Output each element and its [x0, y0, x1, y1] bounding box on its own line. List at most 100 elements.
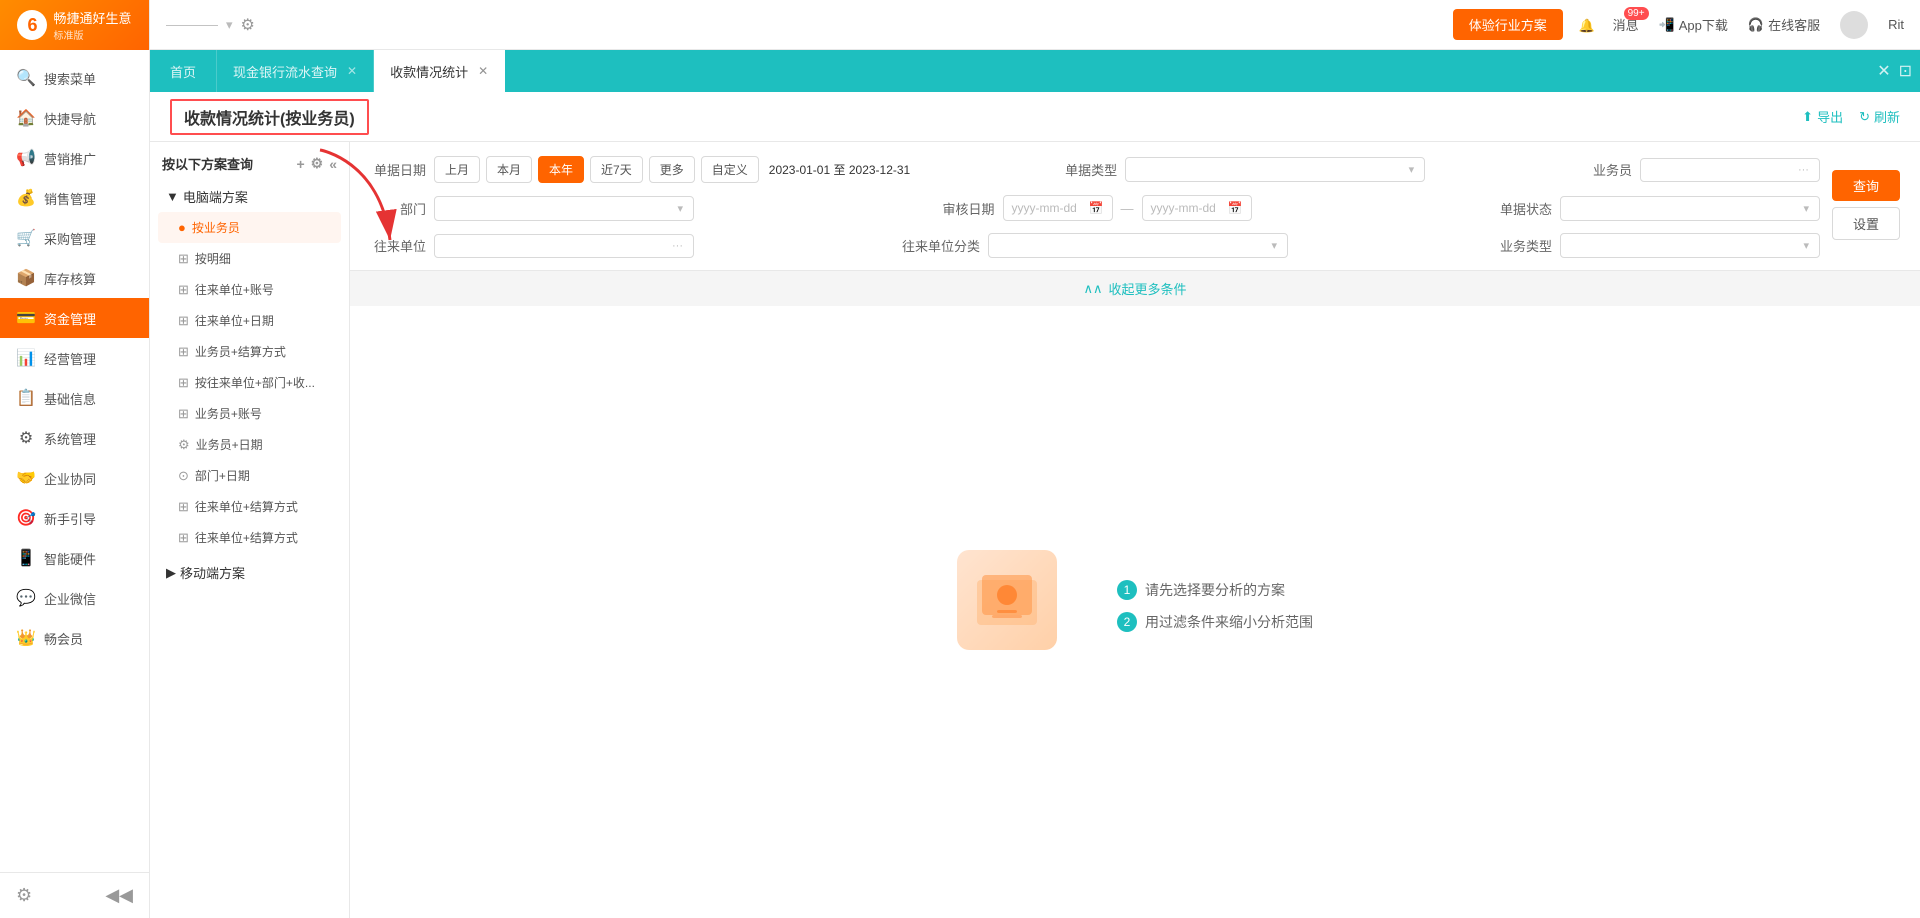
scheme-item-label: 往来单位+账号 — [195, 281, 274, 298]
voucher-status-label: 单据状态 — [1496, 199, 1552, 218]
partner-dots[interactable]: ··· — [672, 240, 683, 252]
scheme-item-label: 业务员+结算方式 — [195, 343, 286, 360]
tab-bar-actions: ✕ ⊡ — [1877, 61, 1920, 81]
page-title-box: 收款情况统计(按业务员) — [170, 99, 369, 135]
scheme-item-salesman-payment[interactable]: ⊞ 业务员+结算方式 — [158, 336, 341, 367]
sidebar-item-guide[interactable]: 🎯 新手引导 — [0, 498, 149, 538]
cal-from-icon[interactable]: 📅 — [1089, 201, 1104, 215]
sidebar-item-label: 营销推广 — [44, 149, 96, 168]
export-button[interactable]: ⬆ 导出 — [1802, 107, 1843, 126]
sidebar-item-label: 采购管理 — [44, 229, 96, 248]
sidebar-item-inventory[interactable]: 📦 库存核算 — [0, 258, 149, 298]
tab-bank-flow[interactable]: 现金银行流水查询 ✕ — [217, 50, 374, 92]
collapse-sidebar-icon[interactable]: ◀◀ — [105, 885, 133, 906]
scheme-item-partner-dept[interactable]: ⊞ 按往来单位+部门+收... — [158, 367, 341, 398]
sidebar-item-hardware[interactable]: 📱 智能硬件 — [0, 538, 149, 578]
salesman-select[interactable]: ··· — [1640, 158, 1820, 182]
settings-icon[interactable]: ⚙ — [241, 15, 255, 35]
date-tab-this-month[interactable]: 本月 — [486, 156, 532, 183]
sidebar-item-nav[interactable]: 🏠 快捷导航 — [0, 98, 149, 138]
tab-receipt-stats-close[interactable]: ✕ — [478, 64, 488, 78]
inventory-icon: 📦 — [16, 268, 36, 288]
query-button[interactable]: 查询 — [1832, 170, 1900, 201]
tab-bar: 首页 现金银行流水查询 ✕ 收款情况统计 ✕ ✕ ⊡ — [150, 50, 1920, 92]
message-button[interactable]: 🔔 99+ 消息 — [1579, 15, 1639, 34]
page-header-actions: ⬆ 导出 ↻ 刷新 — [1802, 107, 1900, 126]
dropdown-icon[interactable]: ▾ — [226, 17, 233, 33]
app-download-button[interactable]: 📲 App下载 — [1659, 15, 1728, 34]
partner-payment2-icon: ⊞ — [178, 530, 189, 546]
partner-category-select[interactable]: ▾ — [988, 233, 1288, 258]
empty-hint-1: 1 请先选择要分析的方案 — [1117, 580, 1313, 600]
scheme-item-detail[interactable]: ⊞ 按明细 — [158, 243, 341, 274]
top-bar-left: ———— ▾ ⚙ — [166, 15, 255, 35]
voucher-status-select[interactable]: ▾ — [1560, 196, 1820, 221]
sidebar-item-operations[interactable]: 📊 经营管理 — [0, 338, 149, 378]
date-tab-last-month[interactable]: 上月 — [434, 156, 480, 183]
biz-type-select[interactable]: ▾ — [1560, 233, 1820, 258]
partner-select[interactable]: ··· — [434, 234, 694, 258]
scheme-group-desktop-title[interactable]: ▼ 电脑端方案 — [158, 181, 341, 212]
review-date-to[interactable]: yyyy-mm-dd 📅 — [1142, 195, 1252, 221]
refresh-button[interactable]: ↻ 刷新 — [1859, 107, 1900, 126]
app-version: 标准版 — [53, 27, 131, 42]
empty-hint-2: 2 用过滤条件来缩小分析范围 — [1117, 612, 1313, 632]
sidebar-item-sales[interactable]: 💰 销售管理 — [0, 178, 149, 218]
scheme-item-partner-payment2[interactable]: ⊞ 往来单位+结算方式 — [158, 522, 341, 553]
voucher-type-arrow: ▾ — [1409, 163, 1415, 176]
sidebar-item-basic-info[interactable]: 📋 基础信息 — [0, 378, 149, 418]
avatar[interactable] — [1840, 11, 1868, 39]
scheme-item-by-salesman[interactable]: ● 按业务员 — [158, 212, 341, 243]
scheme-group-mobile-title[interactable]: ▶ 移动端方案 — [158, 557, 341, 588]
sidebar-item-marketing[interactable]: 📢 营销推广 — [0, 138, 149, 178]
tab-bank-flow-close[interactable]: ✕ — [347, 64, 357, 78]
settings-button[interactable]: 设置 — [1832, 207, 1900, 240]
collapse-bar[interactable]: ∧∧ 收起更多条件 — [350, 270, 1920, 306]
download-icon: 📲 — [1659, 17, 1675, 33]
close-window-icon[interactable]: ✕ — [1877, 61, 1890, 81]
sidebar-item-wechat[interactable]: 💬 企业微信 — [0, 578, 149, 618]
scheme-item-salesman-acct[interactable]: ⊞ 业务员+账号 — [158, 398, 341, 429]
hint-text-2: 用过滤条件来缩小分析范围 — [1145, 612, 1313, 632]
sidebar-item-purchase[interactable]: 🛒 采购管理 — [0, 218, 149, 258]
cal-to-icon[interactable]: 📅 — [1228, 201, 1243, 215]
scheme-item-partner-payment1[interactable]: ⊞ 往来单位+结算方式 — [158, 491, 341, 522]
tab-receipt-stats[interactable]: 收款情况统计 ✕ — [374, 50, 505, 92]
sidebar-item-search[interactable]: 🔍 搜索菜单 — [0, 58, 149, 98]
date-tab-custom[interactable]: 自定义 — [701, 156, 759, 183]
sidebar-item-label: 畅会员 — [44, 629, 83, 648]
download-label: App下载 — [1679, 15, 1728, 34]
scheme-item-dept-date[interactable]: ⊙ 部门+日期 — [158, 460, 341, 491]
sidebar-item-enterprise[interactable]: 🤝 企业协同 — [0, 458, 149, 498]
scheme-item-label: 按往来单位+部门+收... — [195, 374, 315, 391]
finance-icon: 💳 — [16, 308, 36, 328]
partner-dept-icon: ⊞ — [178, 375, 189, 391]
review-date-from[interactable]: yyyy-mm-dd 📅 — [1003, 195, 1113, 221]
scheme-settings-icon[interactable]: ⚙ — [311, 155, 324, 172]
date-tab-this-year[interactable]: 本年 — [538, 156, 584, 183]
sidebar-item-system[interactable]: ⚙ 系统管理 — [0, 418, 149, 458]
date-tab-more[interactable]: 更多 — [649, 156, 695, 183]
dept-select[interactable]: ▾ — [434, 196, 694, 221]
sidebar-item-finance[interactable]: 💳 资金管理 — [0, 298, 149, 338]
purchase-icon: 🛒 — [16, 228, 36, 248]
refresh-icon: ↻ — [1859, 109, 1870, 125]
export-label: 导出 — [1817, 107, 1843, 126]
date-tab-7days[interactable]: 近7天 — [590, 156, 643, 183]
add-scheme-icon[interactable]: + — [296, 156, 304, 172]
voucher-type-select[interactable]: ▾ — [1125, 157, 1425, 182]
maximize-icon[interactable]: ⊡ — [1899, 61, 1912, 81]
collapse-panel-icon[interactable]: « — [329, 156, 337, 172]
scheme-item-label: 业务员+账号 — [195, 405, 262, 422]
biz-type-arrow: ▾ — [1803, 239, 1809, 252]
trial-button[interactable]: 体验行业方案 — [1453, 9, 1563, 40]
sidebar-item-member[interactable]: 👑 畅会员 — [0, 618, 149, 658]
tab-home[interactable]: 首页 — [150, 50, 217, 92]
settings-bottom-icon[interactable]: ⚙ — [16, 885, 32, 906]
empty-state: 1 请先选择要分析的方案 2 用过滤条件来缩小分析范围 — [350, 306, 1920, 918]
online-service-button[interactable]: 🎧 在线客服 — [1748, 15, 1820, 34]
scheme-item-salesman-date[interactable]: ⚙ 业务员+日期 — [158, 429, 341, 460]
scheme-item-partner-account[interactable]: ⊞ 往来单位+账号 — [158, 274, 341, 305]
scheme-item-partner-date[interactable]: ⊞ 往来单位+日期 — [158, 305, 341, 336]
sidebar-item-label: 快捷导航 — [44, 109, 96, 128]
